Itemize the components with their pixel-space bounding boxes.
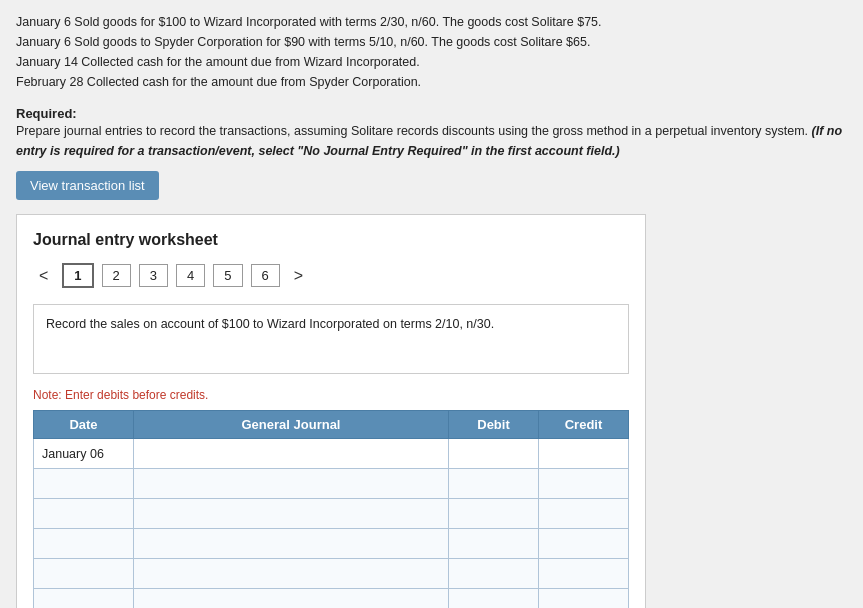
credit-input-4[interactable] [539, 529, 628, 558]
journal-cell-4[interactable] [134, 529, 449, 559]
worksheet-description: Record the sales on account of $100 to W… [33, 304, 629, 374]
next-arrow[interactable]: > [288, 265, 309, 287]
header-debit: Debit [449, 411, 539, 439]
journal-cell-1[interactable] [134, 439, 449, 469]
journal-entry-worksheet: Journal entry worksheet < 1 2 3 4 5 6 > … [16, 214, 646, 608]
debit-input-2[interactable] [449, 469, 538, 498]
prev-arrow[interactable]: < [33, 265, 54, 287]
page-4[interactable]: 4 [176, 264, 205, 287]
journal-input-1[interactable] [134, 439, 448, 468]
date-cell-1: January 06 [34, 439, 134, 469]
note-text: Note: Enter debits before credits. [33, 388, 629, 402]
debit-input-6[interactable] [449, 589, 538, 608]
journal-table: Date General Journal Debit Credit Januar… [33, 410, 629, 608]
table-row [34, 529, 629, 559]
debit-cell-5[interactable] [449, 559, 539, 589]
page-1[interactable]: 1 [62, 263, 93, 288]
journal-input-5[interactable] [134, 559, 448, 588]
intro-text: January 6 Sold goods for $100 to Wizard … [16, 12, 847, 92]
date-cell-5 [34, 559, 134, 589]
required-section: Required: Prepare journal entries to rec… [16, 106, 847, 161]
intro-line-3: January 14 Collected cash for the amount… [16, 52, 847, 72]
credit-cell-3[interactable] [539, 499, 629, 529]
page-3[interactable]: 3 [139, 264, 168, 287]
journal-cell-2[interactable] [134, 469, 449, 499]
credit-input-6[interactable] [539, 589, 628, 608]
credit-cell-2[interactable] [539, 469, 629, 499]
debit-input-3[interactable] [449, 499, 538, 528]
debit-input-4[interactable] [449, 529, 538, 558]
table-row: January 06 [34, 439, 629, 469]
date-cell-6 [34, 589, 134, 609]
instruction: Prepare journal entries to record the tr… [16, 121, 847, 161]
table-row [34, 559, 629, 589]
journal-cell-5[interactable] [134, 559, 449, 589]
page-5[interactable]: 5 [213, 264, 242, 287]
page-2[interactable]: 2 [102, 264, 131, 287]
credit-cell-6[interactable] [539, 589, 629, 609]
journal-input-6[interactable] [134, 589, 448, 608]
credit-cell-5[interactable] [539, 559, 629, 589]
intro-line-1: January 6 Sold goods for $100 to Wizard … [16, 12, 847, 32]
credit-cell-1[interactable] [539, 439, 629, 469]
debit-cell-4[interactable] [449, 529, 539, 559]
journal-cell-6[interactable] [134, 589, 449, 609]
worksheet-title: Journal entry worksheet [33, 231, 629, 249]
debit-input-5[interactable] [449, 559, 538, 588]
intro-line-4: February 28 Collected cash for the amoun… [16, 72, 847, 92]
table-row [34, 469, 629, 499]
header-general-journal: General Journal [134, 411, 449, 439]
credit-input-3[interactable] [539, 499, 628, 528]
debit-cell-6[interactable] [449, 589, 539, 609]
journal-cell-3[interactable] [134, 499, 449, 529]
debit-cell-2[interactable] [449, 469, 539, 499]
header-credit: Credit [539, 411, 629, 439]
date-cell-2 [34, 469, 134, 499]
date-cell-3 [34, 499, 134, 529]
pagination: < 1 2 3 4 5 6 > [33, 263, 629, 288]
credit-cell-4[interactable] [539, 529, 629, 559]
view-transaction-list-button[interactable]: View transaction list [16, 171, 159, 200]
credit-input-5[interactable] [539, 559, 628, 588]
debit-cell-3[interactable] [449, 499, 539, 529]
journal-input-4[interactable] [134, 529, 448, 558]
credit-input-2[interactable] [539, 469, 628, 498]
journal-input-2[interactable] [134, 469, 448, 498]
required-label: Required: [16, 106, 847, 121]
intro-line-2: January 6 Sold goods to Spyder Corporati… [16, 32, 847, 52]
instruction-normal: Prepare journal entries to record the tr… [16, 124, 808, 138]
table-row [34, 499, 629, 529]
page-6[interactable]: 6 [251, 264, 280, 287]
debit-input-1[interactable] [449, 439, 538, 468]
debit-cell-1[interactable] [449, 439, 539, 469]
credit-input-1[interactable] [539, 439, 628, 468]
table-row [34, 589, 629, 609]
header-date: Date [34, 411, 134, 439]
journal-input-3[interactable] [134, 499, 448, 528]
date-cell-4 [34, 529, 134, 559]
